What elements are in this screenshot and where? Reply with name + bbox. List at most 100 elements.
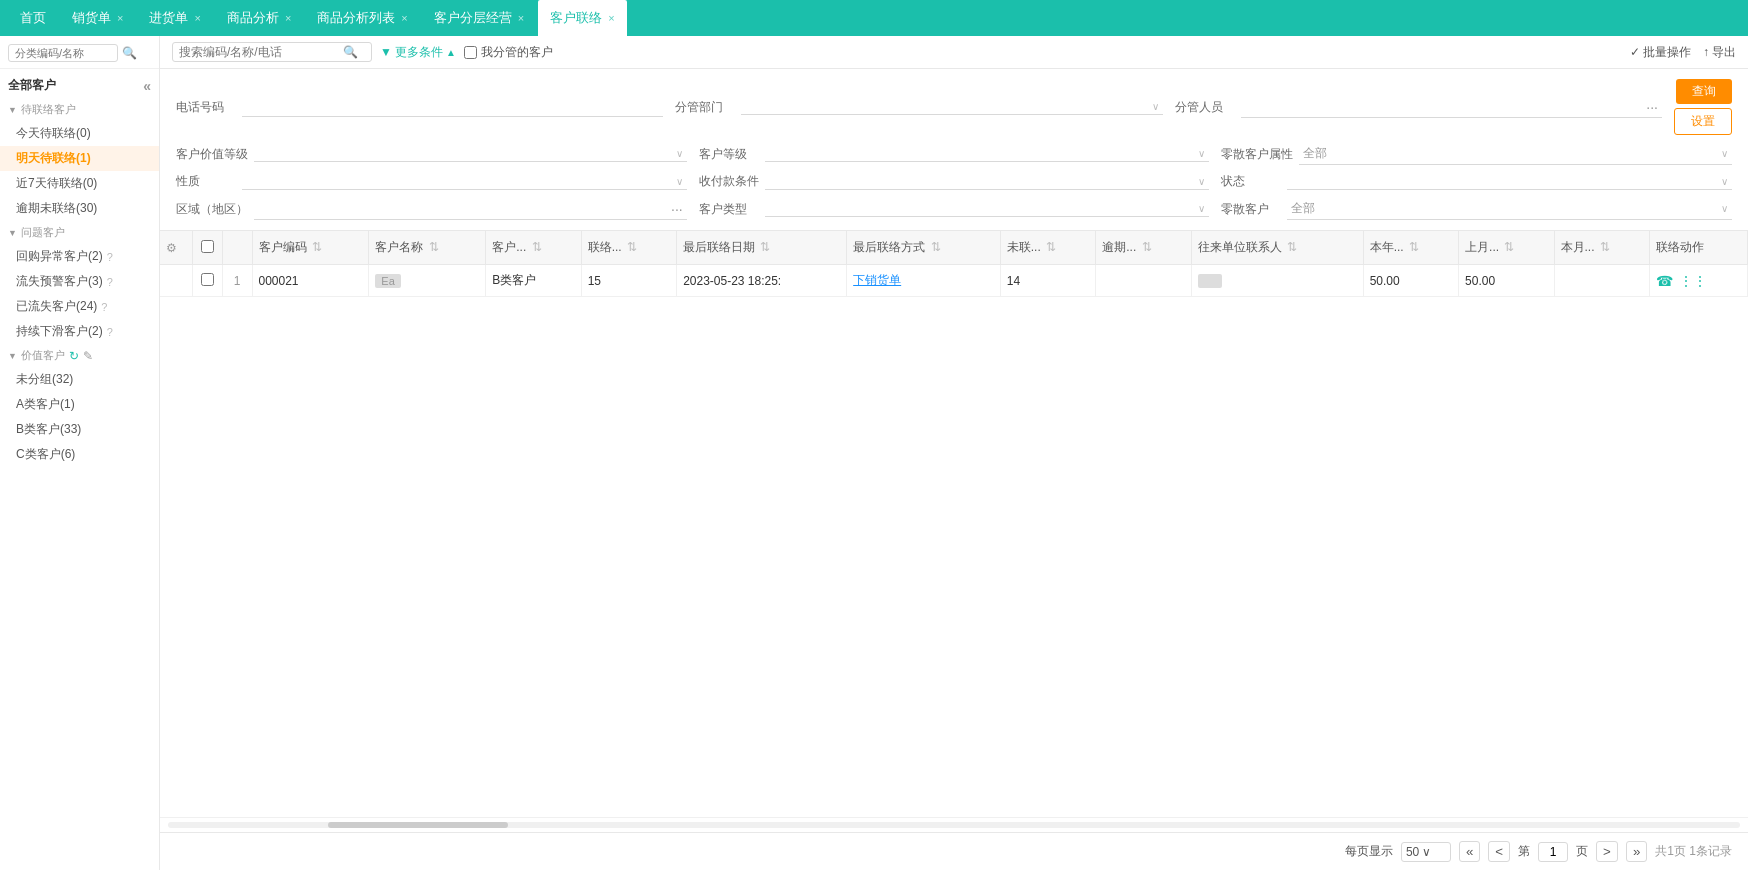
search-icon[interactable]: 🔍 [343,45,358,59]
sort-icon-this-year[interactable]: ⇅ [1409,240,1419,254]
th-this-month: 本月... ⇅ [1554,231,1649,265]
sort-icon-unit-contact[interactable]: ⇅ [1287,240,1297,254]
sort-icon-contact[interactable]: ⇅ [627,240,637,254]
horizontal-scrollbar[interactable] [168,822,1740,828]
prev-page-btn[interactable]: < [1488,841,1510,862]
nav-product-analysis-list[interactable]: 商品分析列表 × [305,0,419,36]
filter-manager-input[interactable]: ··· [1241,97,1662,118]
sort-icon-last-method[interactable]: ⇅ [931,240,941,254]
td-code: 000021 [252,265,369,297]
nav-product-analysis[interactable]: 商品分析 × [215,0,303,36]
td-checkbox [192,265,222,297]
page-size-select[interactable]: 50 ∨ [1401,842,1451,862]
filter-phone-input[interactable] [242,98,663,117]
select-all-checkbox[interactable] [201,240,214,253]
nav-close-product-analysis-list[interactable]: × [401,12,407,24]
sidebar-search-area: 🔍 [0,36,159,69]
manager-dots-icon[interactable]: ··· [1646,99,1658,115]
action-more-icon[interactable]: ⋮⋮ [1679,273,1707,289]
sidebar-item-churned[interactable]: 已流失客户(24) ? [0,294,159,319]
sidebar-item-declining[interactable]: 持续下滑客户(2) ? [0,319,159,344]
sort-icon-not-contact[interactable]: ⇅ [1046,240,1056,254]
nav-close-product-analysis[interactable]: × [285,12,291,24]
sidebar-search-icon[interactable]: 🔍 [122,46,137,60]
filter-area-input[interactable]: ··· [254,199,687,220]
nav-sales-order[interactable]: 销货单 × [60,0,135,36]
sidebar-search-input[interactable] [8,44,118,62]
retail-customer-arrow: ∨ [1721,203,1728,214]
filter-dept-select[interactable]: ∨ [741,99,1162,115]
filter-customer-level-select[interactable]: ∨ [765,146,1210,162]
total-records: 共1页 1条记录 [1655,843,1732,860]
customer-value-arrow: ∨ [676,148,683,159]
sidebar-item-a-class[interactable]: A类客户(1) [0,392,159,417]
filter-gender-select[interactable]: ∨ [242,174,687,190]
filter-customer-type-select[interactable]: ∨ [765,201,1210,217]
page-number-input[interactable] [1538,842,1568,862]
nav-home[interactable]: 首页 [8,0,58,36]
nav-close-purchase-order[interactable]: × [194,12,200,24]
action-phone-icon[interactable]: ☎ [1656,273,1673,289]
th-num [222,231,252,265]
my-customers-check[interactable]: 我分管的客户 [464,44,553,61]
sidebar-item-today-pending[interactable]: 今天待联络(0) [0,121,159,146]
th-checkbox [192,231,222,265]
more-conditions-btn[interactable]: ▼ 更多条件 ▲ [380,44,456,61]
sidebar-item-b-class[interactable]: B类客户(33) [0,417,159,442]
sort-icon-code[interactable]: ⇅ [312,240,322,254]
sidebar-item-churn-warning[interactable]: 流失预警客户(3) ? [0,269,159,294]
area-dots-icon[interactable]: ··· [671,201,683,217]
customer-name-blur: Ea [375,274,400,288]
nav-purchase-order[interactable]: 进货单 × [137,0,212,36]
help-icon-churned[interactable]: ? [101,301,107,313]
sidebar-item-week-pending[interactable]: 近7天待联络(0) [0,171,159,196]
batch-op-btn[interactable]: ✓ 批量操作 [1630,44,1691,61]
right-actions: ✓ 批量操作 ↑ 导出 [1630,44,1736,61]
filter-status: 状态 ∨ [1221,173,1732,190]
filter-retail-attr-select[interactable]: 全部 ∨ [1299,143,1732,165]
nav-close-customer-tier[interactable]: × [518,12,524,24]
last-page-btn[interactable]: » [1626,841,1647,862]
filter-payment-select[interactable]: ∨ [765,174,1210,190]
nav-customer-tier[interactable]: 客户分层经营 × [422,0,536,36]
my-customers-checkbox[interactable] [464,46,477,59]
filter-customer-level: 客户等级 ∨ [699,146,1210,163]
value-section-edit[interactable]: ✎ [83,349,93,363]
sidebar-item-tomorrow-pending[interactable]: 明天待联络(1) [0,146,159,171]
value-section-refresh[interactable]: ↻ [69,349,79,363]
query-button[interactable]: 查询 [1676,79,1732,104]
sort-icon-last-month[interactable]: ⇅ [1504,240,1514,254]
help-icon-churn-warning[interactable]: ? [107,276,113,288]
next-page-btn[interactable]: > [1596,841,1618,862]
th-not-contact: 未联... ⇅ [1000,231,1095,265]
help-icon-declining[interactable]: ? [107,326,113,338]
export-btn[interactable]: ↑ 导出 [1703,44,1736,61]
filter-panel: 电话号码 分管部门 ∨ 分管人员 ··· 查询 [160,69,1748,231]
nav-close-customer-contact[interactable]: × [608,12,614,24]
filter-retail-customer-select[interactable]: 全部 ∨ [1287,198,1732,220]
filter-status-select[interactable]: ∨ [1287,174,1732,190]
row-checkbox[interactable] [201,273,214,286]
nav-customer-contact[interactable]: 客户联络 × [538,0,626,36]
sort-icon-this-month[interactable]: ⇅ [1600,240,1610,254]
sort-icon-last-date[interactable]: ⇅ [760,240,770,254]
sort-icon-type[interactable]: ⇅ [532,240,542,254]
first-page-btn[interactable]: « [1459,841,1480,862]
search-input[interactable] [179,45,339,59]
settings-button[interactable]: 设置 [1674,108,1732,135]
sidebar-item-overdue-pending[interactable]: 逾期未联络(30) [0,196,159,221]
sort-icon-overdue[interactable]: ⇅ [1142,240,1152,254]
filter-customer-value-select[interactable]: ∨ [254,146,687,162]
td-last-contact-method[interactable]: 下销货单 [847,265,1001,297]
table-settings-icon[interactable]: ⚙ [166,241,177,255]
customer-type-arrow: ∨ [1198,203,1205,214]
help-icon-abnormal[interactable]: ? [107,251,113,263]
sidebar-collapse-btn[interactable]: « [143,78,151,94]
sidebar-item-ungrouped[interactable]: 未分组(32) [0,367,159,392]
sidebar-item-abnormal[interactable]: 回购异常客户(2) ? [0,244,159,269]
scroll-thumb[interactable] [328,822,508,828]
filter-manager: 分管人员 ··· [1175,97,1662,118]
sidebar-item-c-class[interactable]: C类客户(6) [0,442,159,467]
nav-close-sales-order[interactable]: × [117,12,123,24]
sort-icon-name[interactable]: ⇅ [429,240,439,254]
